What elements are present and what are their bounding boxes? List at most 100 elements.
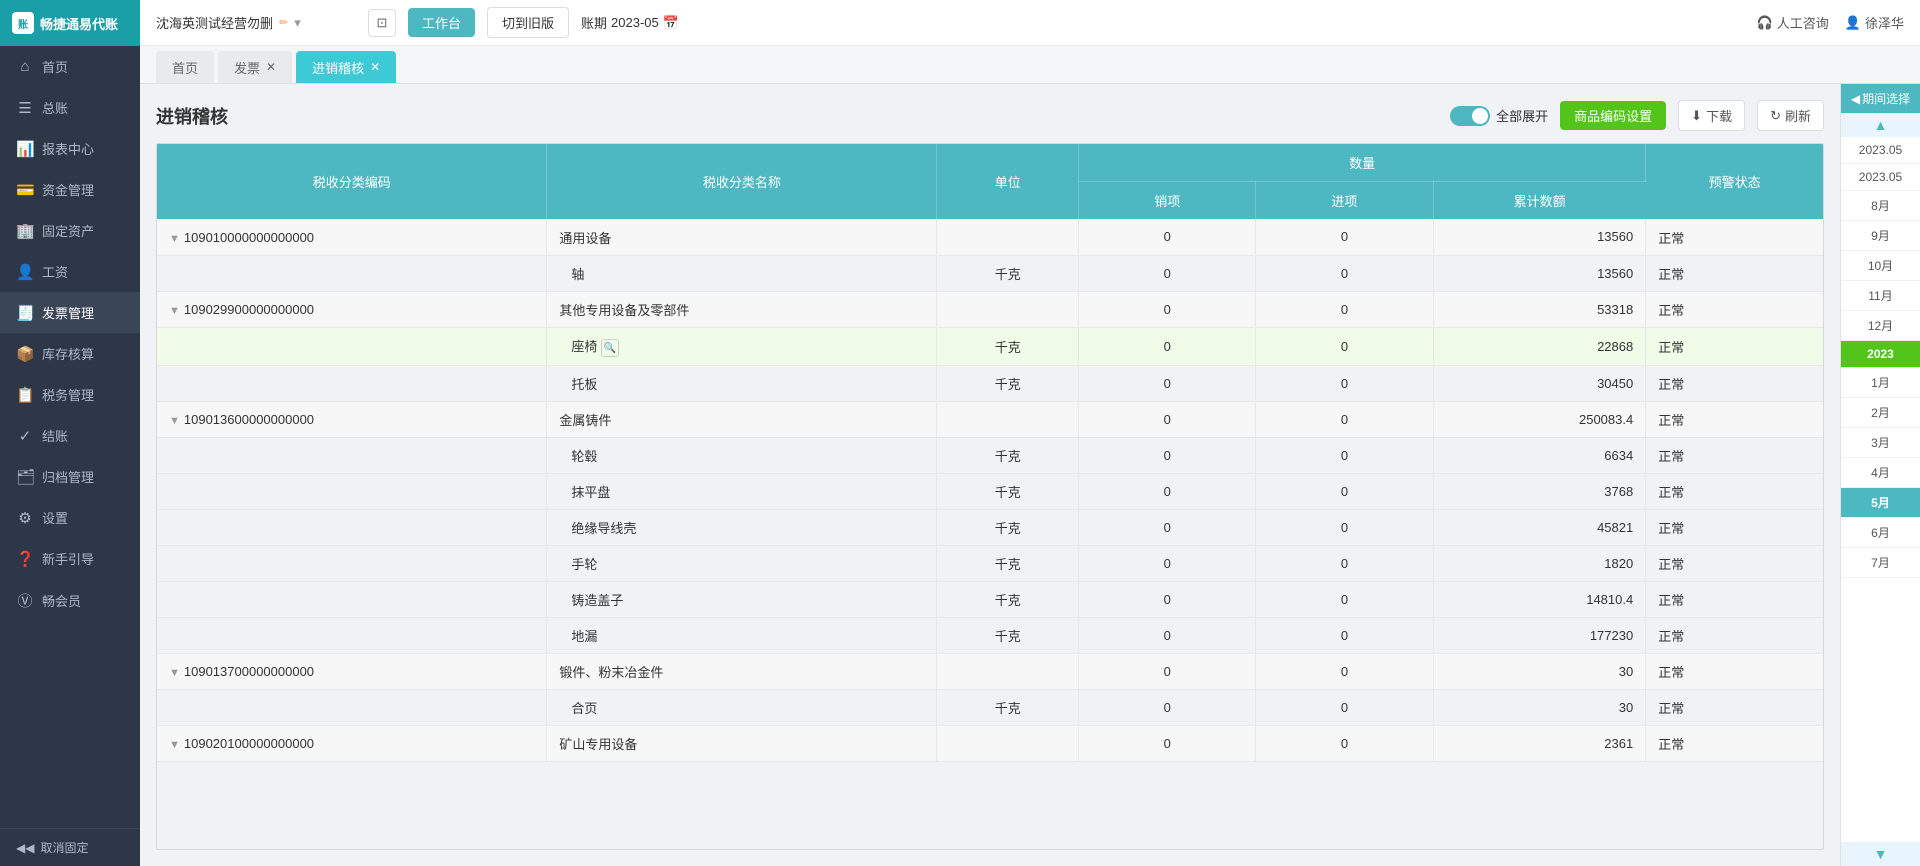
cell-code xyxy=(157,327,547,366)
period-header-label: 期间选择 xyxy=(1862,90,1910,107)
period-item[interactable]: 10月 xyxy=(1841,251,1920,281)
period-item[interactable]: 2023.05 xyxy=(1841,164,1920,191)
sidebar-item-settings[interactable]: ⚙ 设置 xyxy=(0,497,140,538)
sidebar-item-member[interactable]: Ⓥ 畅会员 xyxy=(0,579,140,622)
sidebar-item-fixed-assets[interactable]: 🏢 固定资产 xyxy=(0,210,140,251)
expand-toggle[interactable] xyxy=(1450,106,1490,126)
sidebar-item-archive[interactable]: 🗂 归档管理 xyxy=(0,456,140,497)
sidebar-item-guide[interactable]: ❓ 新手引导 xyxy=(0,538,140,579)
period-item[interactable]: 4月 xyxy=(1841,458,1920,488)
period-item[interactable]: 11月 xyxy=(1841,281,1920,311)
tab-invoice-close[interactable]: ✕ xyxy=(266,60,276,74)
period-item[interactable]: 12月 xyxy=(1841,311,1920,341)
switch-version-button[interactable]: 切到旧版 xyxy=(487,7,569,38)
cell-unit: 千克 xyxy=(937,690,1079,726)
cell-unit: 千克 xyxy=(937,582,1079,618)
period-selector-header[interactable]: ◀ 期间选择 xyxy=(1841,84,1920,113)
cell-code: ▼109029900000000000 xyxy=(157,291,547,327)
expand-icon[interactable]: ▼ xyxy=(169,739,180,751)
right-panel: ◀ 期间选择 ▲ 2023.052023.058月9月10月11月12月2023… xyxy=(1840,84,1920,866)
tab-home-label: 首页 xyxy=(172,58,198,77)
period-item[interactable]: 8月 xyxy=(1841,191,1920,221)
cell-code xyxy=(157,510,547,546)
tab-invoice-label: 发票 xyxy=(234,58,260,77)
sidebar-item-tax[interactable]: 📋 税务管理 xyxy=(0,374,140,415)
download-btn[interactable]: ⬇ 下载 xyxy=(1678,100,1745,131)
sidebar-item-reports[interactable]: 📊 报表中心 xyxy=(0,128,140,169)
cell-warning: 正常 xyxy=(1646,438,1823,474)
workbench-button[interactable]: 工作台 xyxy=(408,8,475,37)
cell-name: 矿山专用设备 xyxy=(547,726,937,762)
tab-reconcile[interactable]: 进销稽核 ✕ xyxy=(296,51,396,83)
cell-warning: 正常 xyxy=(1646,366,1823,402)
cell-code: ▼109013600000000000 xyxy=(157,402,547,438)
cell-warning: 正常 xyxy=(1646,546,1823,582)
cell-warning: 正常 xyxy=(1646,726,1823,762)
toggle-label: 全部展开 xyxy=(1496,106,1548,125)
sidebar-item-inventory[interactable]: 📦 库存核算 xyxy=(0,333,140,374)
user-btn[interactable]: 👤 徐泽华 xyxy=(1845,13,1904,32)
cell-code xyxy=(157,546,547,582)
sidebar-item-settlement[interactable]: ✓ 结账 xyxy=(0,415,140,456)
table-row: 铸造盖子 千克 0 0 14810.4 正常 xyxy=(157,582,1823,618)
cell-sales: 0 xyxy=(1079,618,1256,654)
table-row: ▼109010000000000000 通用设备 0 0 13560 正常 xyxy=(157,219,1823,255)
sidebar-item-ledger[interactable]: ☰ 总账 xyxy=(0,87,140,128)
period-item[interactable]: 7月 xyxy=(1841,548,1920,578)
cell-warning: 正常 xyxy=(1646,654,1823,690)
period-nav-up[interactable]: ▲ xyxy=(1841,113,1920,137)
period-item[interactable]: 2023 xyxy=(1841,341,1920,368)
table-row: 轮毂 千克 0 0 6634 正常 xyxy=(157,438,1823,474)
period-item[interactable]: 6月 xyxy=(1841,518,1920,548)
archive-btn[interactable]: ⊡ xyxy=(368,9,396,37)
tab-reconcile-close[interactable]: ✕ xyxy=(370,60,380,74)
cell-warning: 正常 xyxy=(1646,327,1823,366)
cell-total: 13560 xyxy=(1433,219,1646,255)
cell-warning: 正常 xyxy=(1646,510,1823,546)
reconcile-table: 税收分类编码 税收分类名称 单位 数量 预警状态 销项 进项 累计数额 xyxy=(157,144,1823,762)
table-row: 手轮 千克 0 0 1820 正常 xyxy=(157,546,1823,582)
company-selector[interactable]: 沈海英测试经营勿删 ✏ ▾ xyxy=(156,13,356,32)
chevron-down-icon: ▼ xyxy=(1874,846,1888,862)
content-area: 进销稽核 全部展开 商品编码设置 ⬇ 下载 ↻ 刷新 xyxy=(140,84,1920,866)
period-nav-down[interactable]: ▼ xyxy=(1841,842,1920,866)
expand-icon[interactable]: ▼ xyxy=(169,415,180,427)
tab-invoice[interactable]: 发票 ✕ xyxy=(218,51,292,83)
logo-icon: 账 xyxy=(12,12,34,34)
expand-icon[interactable]: ▼ xyxy=(169,667,180,679)
sidebar-item-salary[interactable]: 👤 工资 xyxy=(0,251,140,292)
search-small-icon[interactable]: 🔍 xyxy=(601,339,619,357)
sidebar-unpin-btn[interactable]: ◀◀ 取消固定 xyxy=(0,828,140,866)
cell-total: 30450 xyxy=(1433,366,1646,402)
sidebar-item-invoice[interactable]: 🧾 发票管理 xyxy=(0,292,140,333)
cell-total: 30 xyxy=(1433,690,1646,726)
tabs-bar: 首页 发票 ✕ 进销稽核 ✕ xyxy=(140,46,1920,84)
dropdown-icon: ▾ xyxy=(294,15,301,31)
period-item[interactable]: 9月 xyxy=(1841,221,1920,251)
period-item[interactable]: 2023.05 xyxy=(1841,137,1920,164)
page-title-row: 进销稽核 全部展开 商品编码设置 ⬇ 下载 ↻ 刷新 xyxy=(156,100,1824,131)
period-item[interactable]: 5月 xyxy=(1841,488,1920,518)
cell-purchase: 0 xyxy=(1256,327,1433,366)
period-label: 账期 xyxy=(581,13,607,32)
period-selector[interactable]: 账期 2023-05 📅 xyxy=(581,13,679,32)
refresh-icon: ↻ xyxy=(1770,108,1781,124)
expand-icon[interactable]: ▼ xyxy=(169,305,180,317)
support-btn[interactable]: 🎧 人工咨询 xyxy=(1757,13,1829,32)
cell-code: ▼109013700000000000 xyxy=(157,654,547,690)
refresh-btn[interactable]: ↻ 刷新 xyxy=(1757,100,1824,131)
product-code-btn[interactable]: 商品编码设置 xyxy=(1560,101,1666,130)
sidebar-item-label: 资金管理 xyxy=(42,180,94,199)
period-item[interactable]: 1月 xyxy=(1841,368,1920,398)
sidebar-item-home[interactable]: ⌂ 首页 xyxy=(0,46,140,87)
cell-total: 22868 xyxy=(1433,327,1646,366)
sidebar-item-funds[interactable]: 💳 资金管理 xyxy=(0,169,140,210)
ledger-icon: ☰ xyxy=(16,99,34,117)
period-item[interactable]: 3月 xyxy=(1841,428,1920,458)
tab-home[interactable]: 首页 xyxy=(156,51,214,83)
expand-icon[interactable]: ▼ xyxy=(169,233,180,245)
logo-text: 畅捷通易代账 xyxy=(40,14,118,33)
period-item[interactable]: 2月 xyxy=(1841,398,1920,428)
download-label: 下载 xyxy=(1706,106,1732,125)
cell-purchase: 0 xyxy=(1256,366,1433,402)
